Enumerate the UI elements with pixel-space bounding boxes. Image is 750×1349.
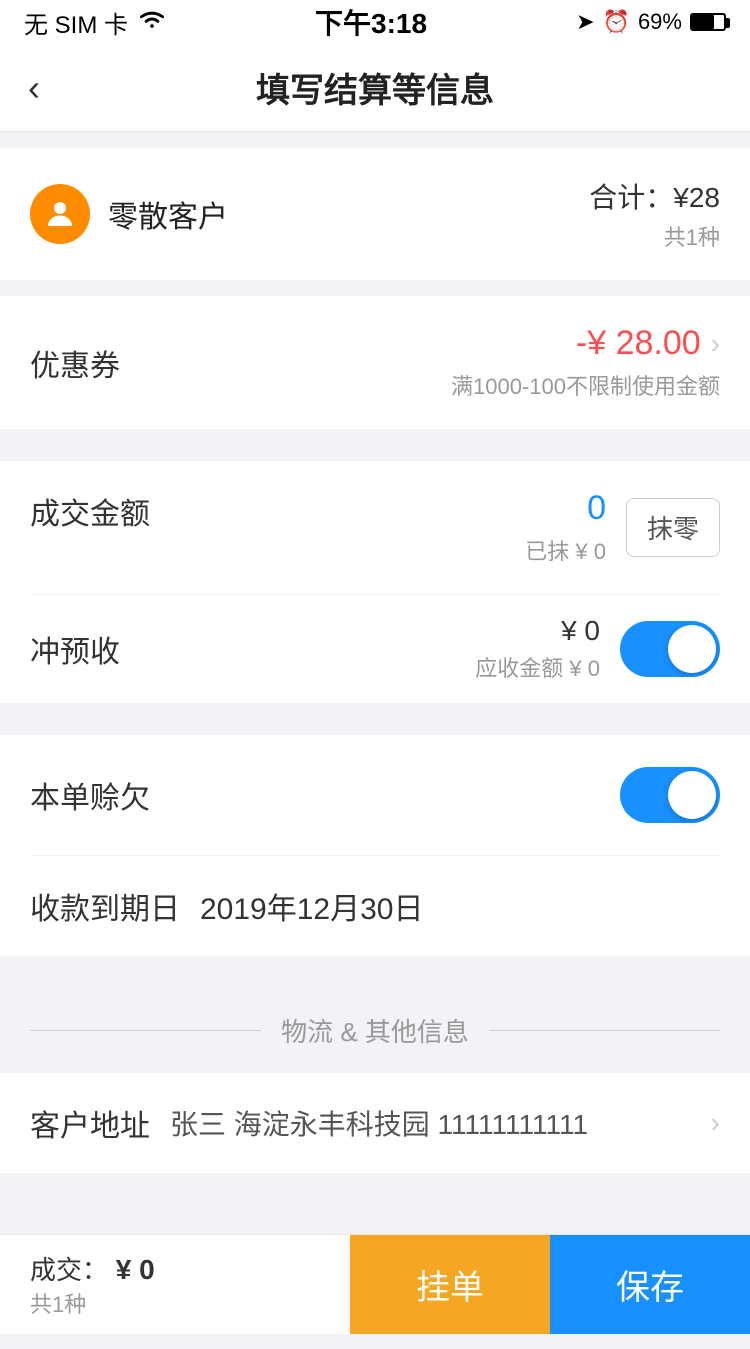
customer-left: 零散客户: [30, 184, 228, 244]
section-divider-2: [0, 719, 750, 735]
save-button[interactable]: 保存: [550, 1235, 750, 1334]
nav-bar: ‹ 填写结算等信息: [0, 44, 750, 132]
credit-row: 本单赊欠: [0, 735, 750, 855]
address-value: 张三 海淀永丰科技园 11111111111: [170, 1103, 701, 1143]
prepay-row: 冲预收 ¥ 0 应收金额 ¥ 0: [0, 595, 750, 703]
prepay-amounts: ¥ 0 应收金额 ¥ 0: [475, 615, 600, 683]
battery-icon: [690, 13, 726, 31]
total-count: 共1种: [589, 220, 720, 252]
credit-section: 本单赊欠 收款到期日 2019年12月30日: [0, 735, 750, 956]
coupon-desc: 满1000-100不限制使用金额: [451, 369, 720, 401]
due-date-row: 收款到期日 2019年12月30日: [0, 856, 750, 956]
carrier-text: 无 SIM 卡: [24, 5, 128, 40]
prepay-toggle[interactable]: [620, 621, 720, 677]
transaction-amount-area: 0 已抹 ¥ 0: [525, 489, 606, 566]
logistics-line-right: [489, 1030, 720, 1031]
logistics-header: 物流 & 其他信息: [0, 988, 750, 1073]
status-left: 无 SIM 卡: [24, 5, 166, 40]
section-divider-3: [0, 972, 750, 988]
section-divider-1: [0, 445, 750, 461]
status-right: ➤ ⏰ 69%: [576, 9, 726, 35]
bottom-bar: 成交： ¥ 0 共1种 挂单 保存: [0, 1234, 750, 1334]
logistics-line-left: [30, 1030, 261, 1031]
status-bar: 无 SIM 卡 下午3:18 ➤ ⏰ 69%: [0, 0, 750, 44]
bottom-deal-label: 成交：: [30, 1255, 108, 1285]
customer-name: 零散客户: [108, 192, 228, 236]
customer-row: 零散客户 合计：¥28 共1种: [0, 148, 750, 280]
page-title: 填写结算等信息: [256, 63, 494, 112]
battery-text: 69%: [638, 9, 682, 35]
coupon-right: -¥ 28.00 › 满1000-100不限制使用金额: [451, 324, 720, 401]
due-date-label: 收款到期日: [30, 884, 180, 928]
round-button[interactable]: 抹零: [626, 498, 720, 557]
due-date-value[interactable]: 2019年12月30日: [200, 884, 423, 928]
back-button[interactable]: ‹: [28, 67, 40, 109]
credit-label: 本单赊欠: [30, 773, 150, 817]
prepay-receivable: 应收金额 ¥ 0: [475, 651, 600, 683]
coupon-amount: -¥ 28.00: [576, 324, 701, 363]
coupon-section: 优惠券 -¥ 28.00 › 满1000-100不限制使用金额: [0, 296, 750, 429]
prepay-amount: ¥ 0: [475, 615, 600, 647]
address-row[interactable]: 客户地址 张三 海淀永丰科技园 11111111111 ›: [0, 1073, 750, 1173]
coupon-row[interactable]: 优惠券 -¥ 28.00 › 满1000-100不限制使用金额: [0, 296, 750, 429]
avatar: [30, 184, 90, 244]
customer-section: 零散客户 合计：¥28 共1种: [0, 148, 750, 280]
coupon-label: 优惠券: [30, 341, 120, 385]
location-icon: ➤: [576, 9, 594, 35]
prepay-label: 冲预收: [30, 627, 120, 671]
coupon-chevron-icon: ›: [711, 328, 720, 360]
address-chevron-icon: ›: [711, 1107, 720, 1139]
address-label: 客户地址: [30, 1101, 150, 1145]
transaction-section: 成交金额 0 已抹 ¥ 0 抹零 冲预收 ¥ 0 应收金额 ¥ 0: [0, 461, 750, 703]
transaction-row: 成交金额 0 已抹 ¥ 0 抹零: [0, 461, 750, 594]
total-amount: 合计：¥28: [589, 176, 720, 216]
transaction-deducted: 已抹 ¥ 0: [525, 534, 606, 566]
bottom-summary: 成交： ¥ 0 共1种: [0, 1235, 350, 1334]
credit-toggle[interactable]: [620, 767, 720, 823]
customer-right: 合计：¥28 共1种: [589, 176, 720, 252]
address-section: 客户地址 张三 海淀永丰科技园 11111111111 ›: [0, 1073, 750, 1173]
bottom-count: 共1种: [30, 1287, 320, 1319]
prepay-right: ¥ 0 应收金额 ¥ 0: [475, 615, 720, 683]
alarm-icon: ⏰: [603, 9, 630, 35]
hang-button[interactable]: 挂单: [350, 1235, 550, 1334]
wifi-icon: [138, 8, 166, 36]
transaction-right: 0 已抹 ¥ 0 抹零: [525, 489, 720, 566]
logistics-title: 物流 & 其他信息: [281, 1012, 469, 1049]
transaction-amount[interactable]: 0: [587, 489, 606, 528]
bottom-deal-line: 成交： ¥ 0: [30, 1250, 320, 1287]
time-display: 下午3:18: [315, 2, 427, 42]
bottom-deal-amount: ¥ 0: [116, 1254, 155, 1285]
transaction-label: 成交金额: [30, 489, 150, 533]
